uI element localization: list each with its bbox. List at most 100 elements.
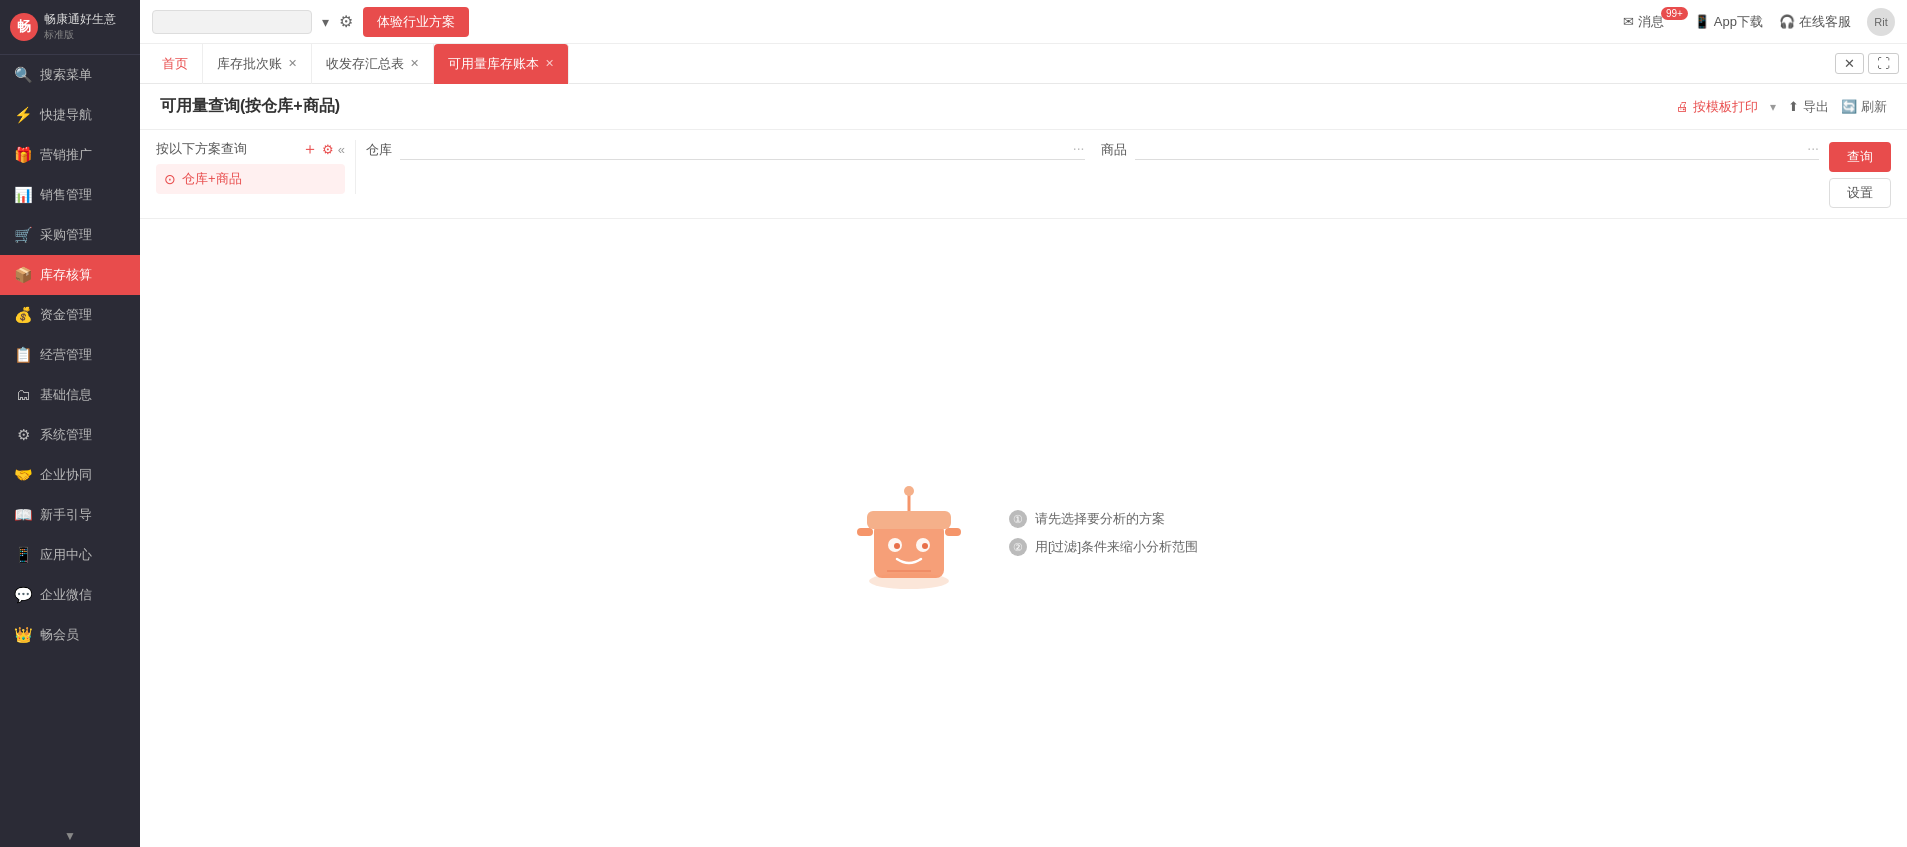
tabs-bar: 首页 库存批次账 ✕ 收发存汇总表 ✕ 可用量库存账本 ✕ ✕ ⛶ [140, 44, 1907, 84]
sidebar-item-marketing[interactable]: 🎁 营销推广 [0, 135, 140, 175]
sidebar-item-sales[interactable]: 📊 销售管理 [0, 175, 140, 215]
svg-rect-7 [857, 528, 873, 536]
tab-available-label: 可用量库存账本 [448, 55, 539, 73]
refresh-button[interactable]: 🔄 刷新 [1841, 98, 1887, 116]
sidebar-item-label: 企业协同 [40, 466, 92, 484]
user-avatar[interactable]: Rit [1867, 8, 1895, 36]
topbar-right: ✉ 消息 99+ 📱 App下载 🎧 在线客服 Rit [1623, 8, 1895, 36]
sidebar-item-purchase[interactable]: 🛒 采购管理 [0, 215, 140, 255]
filter-product-field: 商品 ··· [1101, 140, 1820, 160]
page-header: 可用量查询(按仓库+商品) 🖨 按模板打印 ▾ ⬆ 导出 🔄 刷新 [140, 84, 1907, 130]
tab-stock-summary-close[interactable]: ✕ [410, 57, 419, 70]
bell-icon: ✉ [1623, 14, 1634, 29]
warehouse-label: 仓库 [366, 141, 392, 159]
filter-warehouse-field: 仓库 ··· [366, 140, 1085, 160]
app-icon: 📱 [14, 546, 32, 564]
sidebar-item-label: 资金管理 [40, 306, 92, 324]
filter-row-1: 仓库 ··· 商品 ··· [366, 140, 1819, 160]
product-input[interactable] [1135, 141, 1808, 156]
wechat-icon: 💬 [14, 586, 32, 604]
tab-home[interactable]: 首页 [148, 44, 203, 84]
sidebar-scroll-down[interactable]: ▼ [0, 825, 140, 847]
app-download-button[interactable]: 📱 App下载 [1694, 13, 1763, 31]
avatar: Rit [1867, 8, 1895, 36]
query-button[interactable]: 查询 [1829, 142, 1891, 172]
tab-stock-summary[interactable]: 收发存汇总表 ✕ [312, 44, 434, 84]
tab-available-close[interactable]: ✕ [545, 57, 554, 70]
sidebar-item-label: 销售管理 [40, 186, 92, 204]
close-tab-button[interactable]: ✕ [1835, 53, 1864, 74]
main-area: ▾ ⚙ 体验行业方案 ✉ 消息 99+ 📱 App下载 🎧 在线客服 Rit [140, 0, 1907, 847]
print-button[interactable]: 🖨 按模板打印 [1676, 98, 1758, 116]
filter-scheme-panel: 按以下方案查询 ＋ ⚙ « ⊙ 仓库+商品 [156, 140, 356, 194]
warehouse-input[interactable] [400, 141, 1073, 156]
filter-fields: 仓库 ··· 商品 ··· [366, 140, 1819, 160]
marketing-icon: 🎁 [14, 146, 32, 164]
svg-rect-1 [874, 523, 944, 578]
gear-button[interactable]: ⚙ [339, 12, 353, 31]
sidebar-item-operation[interactable]: 📋 经营管理 [0, 335, 140, 375]
export-button[interactable]: ⬆ 导出 [1788, 98, 1829, 116]
chevron-down-icon: ▼ [64, 829, 76, 843]
sidebar-item-wechat[interactable]: 💬 企业微信 [0, 575, 140, 615]
empty-tip-1: ① 请先选择要分析的方案 [1009, 510, 1198, 528]
expand-tab-button[interactable]: ⛶ [1868, 53, 1899, 74]
svg-rect-2 [867, 511, 951, 529]
filter-scheme-header: 按以下方案查询 ＋ ⚙ « [156, 140, 345, 158]
print-dropdown-button[interactable]: ▾ [1770, 100, 1776, 114]
tab-batch-close[interactable]: ✕ [288, 57, 297, 70]
sidebar-item-label: 企业微信 [40, 586, 92, 604]
svg-point-6 [922, 543, 928, 549]
sidebar-item-label: 畅会员 [40, 626, 79, 644]
sidebar-item-shortcut[interactable]: ⚡ 快捷导航 [0, 95, 140, 135]
sidebar-item-basic[interactable]: 🗂 基础信息 [0, 375, 140, 415]
product-more-icon[interactable]: ··· [1807, 140, 1819, 156]
sidebar-item-newbie[interactable]: 📖 新手引导 [0, 495, 140, 535]
filter-area: 按以下方案查询 ＋ ⚙ « ⊙ 仓库+商品 仓库 [140, 130, 1907, 219]
sidebar-item-search[interactable]: 🔍 搜索菜单 [0, 55, 140, 95]
search-dropdown-button[interactable]: ▾ [322, 14, 329, 30]
trial-button[interactable]: 体验行业方案 [363, 7, 469, 37]
member-icon: 👑 [14, 626, 32, 644]
sidebar-brand: 畅 畅康通好生意 标准版 [10, 12, 130, 42]
tab-available[interactable]: 可用量库存账本 ✕ [434, 44, 569, 84]
sidebar-item-app[interactable]: 📱 应用中心 [0, 535, 140, 575]
notification-label: 消息 [1638, 13, 1664, 31]
newbie-icon: 📖 [14, 506, 32, 524]
tip-text-1: 请先选择要分析的方案 [1035, 510, 1165, 528]
scheme-item-warehouse-product[interactable]: ⊙ 仓库+商品 [156, 164, 345, 194]
warehouse-more-icon[interactable]: ··· [1073, 140, 1085, 156]
add-scheme-button[interactable]: ＋ [302, 141, 318, 157]
collapse-scheme-button[interactable]: « [338, 141, 345, 157]
sidebar-item-enterprise[interactable]: 🤝 企业协同 [0, 455, 140, 495]
notification-button[interactable]: ✉ 消息 99+ [1623, 13, 1678, 31]
topbar-search-input[interactable] [152, 10, 312, 34]
sidebar-item-label: 采购管理 [40, 226, 92, 244]
sales-icon: 📊 [14, 186, 32, 204]
sidebar-item-finance[interactable]: 💰 资金管理 [0, 295, 140, 335]
product-input-wrap: ··· [1135, 140, 1820, 160]
empty-state: ① 请先选择要分析的方案 ② 用[过滤]条件来缩小分析范围 [140, 219, 1907, 847]
tip-num-2: ② [1009, 538, 1027, 556]
sidebar-item-label: 经营管理 [40, 346, 92, 364]
edit-scheme-button[interactable]: ⚙ [322, 141, 334, 157]
avatar-initials: Rit [1874, 16, 1887, 28]
purchase-icon: 🛒 [14, 226, 32, 244]
export-icon: ⬆ [1788, 99, 1799, 114]
tip-text-2: 用[过滤]条件来缩小分析范围 [1035, 538, 1198, 556]
tab-batch[interactable]: 库存批次账 ✕ [203, 44, 312, 84]
sidebar: 畅 畅康通好生意 标准版 🔍 搜索菜单 ⚡ 快捷导航 🎁 营销推广 📊 销售管理… [0, 0, 140, 847]
empty-illustration [849, 473, 969, 593]
sidebar-item-member[interactable]: 👑 畅会员 [0, 615, 140, 655]
filter-scheme-label: 按以下方案查询 [156, 140, 247, 158]
inventory-icon: 📦 [14, 266, 32, 284]
query-actions: 查询 设置 [1829, 140, 1891, 208]
svg-rect-8 [945, 528, 961, 536]
sidebar-item-inventory[interactable]: 📦 库存核算 [0, 255, 140, 295]
sidebar-item-system[interactable]: ⚙ 系统管理 [0, 415, 140, 455]
page-content: 可用量查询(按仓库+商品) 🖨 按模板打印 ▾ ⬆ 导出 🔄 刷新 [140, 84, 1907, 847]
setting-button[interactable]: 设置 [1829, 178, 1891, 208]
refresh-label: 刷新 [1861, 98, 1887, 116]
headset-icon: 🎧 [1779, 14, 1795, 29]
online-service-button[interactable]: 🎧 在线客服 [1779, 13, 1851, 31]
